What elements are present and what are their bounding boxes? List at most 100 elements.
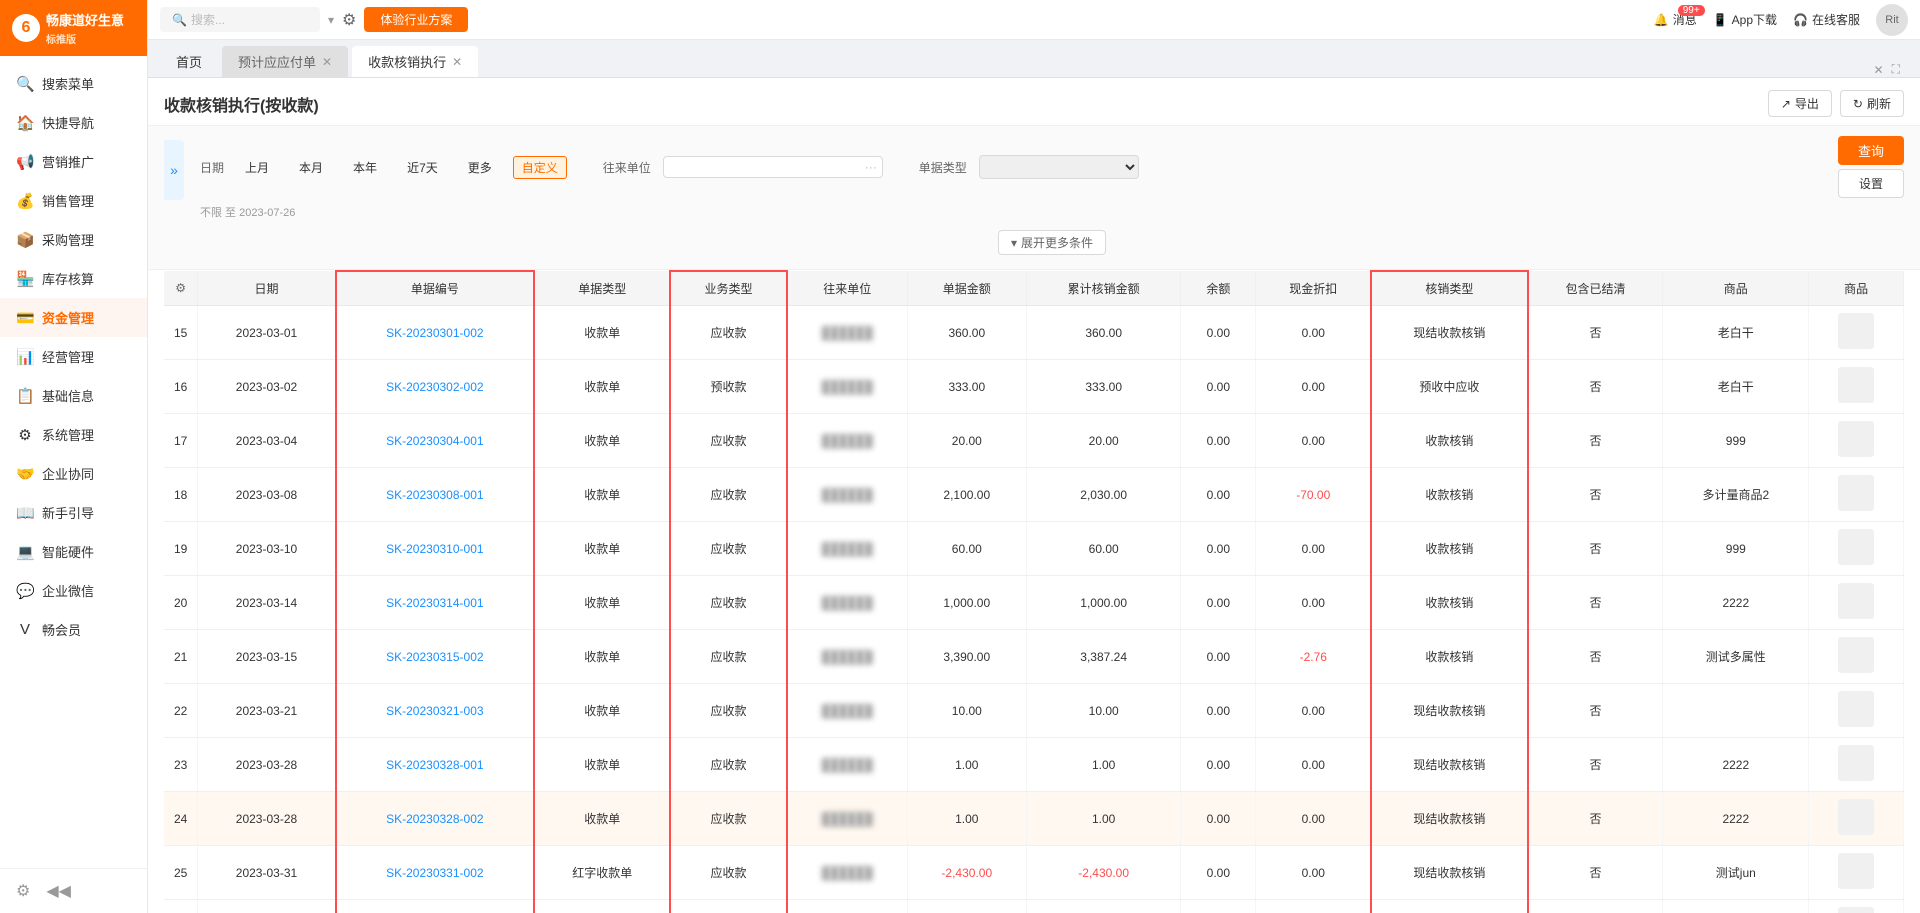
row-no: 25 <box>164 846 198 900</box>
filter-main: 日期 上月 本月 本年 近7天 更多 自定义 往来单位 ··· 单据类型 <box>200 136 1904 259</box>
table-row[interactable]: 24 2023-03-28 SK-20230328-002 收款单 应收款 ██… <box>164 792 1904 846</box>
export-button[interactable]: ↗ 导出 <box>1768 90 1832 117</box>
sidebar-item-finance[interactable]: 💳 资金管理 <box>0 298 147 337</box>
table-row[interactable]: 20 2023-03-14 SK-20230314-001 收款单 应收款 ██… <box>164 576 1904 630</box>
table-row[interactable]: 19 2023-03-10 SK-20230310-001 收款单 应收款 ██… <box>164 522 1904 576</box>
action-buttons: 查询 设置 <box>1838 136 1904 198</box>
row-order-no: SK-20230308-001 <box>336 468 534 522</box>
row-no: 24 <box>164 792 198 846</box>
customer-service-button[interactable]: 🎧 在线客服 <box>1793 11 1860 28</box>
row-biz-type: 应收款 <box>670 522 786 576</box>
row-goods-thumb <box>1809 900 1904 913</box>
row-order-no: SK-20230328-002 <box>336 792 534 846</box>
tab-writeoff[interactable]: 收款核销执行✕ <box>352 46 478 77</box>
row-date: 2023-03-04 <box>198 414 336 468</box>
order-no-link[interactable]: SK-20230328-001 <box>386 758 483 772</box>
notifications-button[interactable]: 🔔 消息 99+ <box>1654 11 1697 28</box>
sidebar-item-purchase[interactable]: 📦 采购管理 <box>0 220 147 259</box>
page-header-actions: ↗ 导出 ↻ 刷新 <box>1768 90 1904 117</box>
solution-button[interactable]: 体验行业方案 <box>364 7 468 32</box>
window-maximize-icon[interactable]: ⛶ <box>1892 62 1900 77</box>
gear-icon[interactable]: ⚙ <box>342 10 356 30</box>
sidebar-item-inventory[interactable]: 🏪 库存核算 <box>0 259 147 298</box>
table-row[interactable]: 22 2023-03-21 SK-20230321-003 收款单 应收款 ██… <box>164 684 1904 738</box>
order-no-link[interactable]: SK-20230310-001 <box>386 542 483 556</box>
query-button[interactable]: 查询 <box>1838 136 1904 165</box>
row-order-type: 收款单 <box>534 360 670 414</box>
sidebar-item-guide[interactable]: 📖 新手引导 <box>0 493 147 532</box>
sidebar-item-label-marketing: 营销推广 <box>42 152 94 171</box>
order-no-link[interactable]: SK-20230314-001 <box>386 596 483 610</box>
order-no-link[interactable]: SK-20230321-003 <box>386 704 483 718</box>
table-row[interactable]: 23 2023-03-28 SK-20230328-001 收款单 应收款 ██… <box>164 738 1904 792</box>
table-row[interactable]: 16 2023-03-02 SK-20230302-002 收款单 预收款 ██… <box>164 360 1904 414</box>
last-month-btn[interactable]: 上月 <box>236 156 278 179</box>
order-no-link[interactable]: SK-20230301-002 <box>386 326 483 340</box>
col-settings-header[interactable]: ⚙ <box>164 271 198 306</box>
sidebar-item-marketing[interactable]: 📢 营销推广 <box>0 142 147 181</box>
system-icon: ⚙ <box>16 426 34 444</box>
row-date: 2023-03-08 <box>198 468 336 522</box>
col-date-header: 日期 <box>198 271 336 306</box>
window-close-icon[interactable]: ✕ <box>1874 63 1884 77</box>
user-avatar[interactable]: Rit <box>1876 4 1908 36</box>
filter-toggle-button[interactable]: » <box>164 140 184 200</box>
tab-receivable[interactable]: 预计应应付单✕ <box>222 46 348 77</box>
sidebar-item-sales[interactable]: 💰 销售管理 <box>0 181 147 220</box>
topbar-search[interactable]: 🔍 搜索... <box>160 7 320 32</box>
refresh-button[interactable]: ↻ 刷新 <box>1840 90 1904 117</box>
tabbar: 首页 预计应应付单✕收款核销执行✕ ✕ ⛶ <box>148 40 1920 78</box>
collapse-icon[interactable]: ◀◀ <box>46 881 71 901</box>
row-order-type: 收款单 <box>534 684 670 738</box>
table-row[interactable]: 18 2023-03-08 SK-20230308-001 收款单 应收款 ██… <box>164 468 1904 522</box>
row-cash-discount: 0.00 <box>1256 414 1372 468</box>
sidebar-item-wechat[interactable]: 💬 企业微信 <box>0 571 147 610</box>
last-7-days-btn[interactable]: 近7天 <box>398 156 447 179</box>
partner-value: ██████ <box>822 434 873 448</box>
table-row[interactable]: 15 2023-03-01 SK-20230301-002 收款单 应收款 ██… <box>164 306 1904 360</box>
row-include-settled: 否 <box>1528 414 1663 468</box>
row-order-no: SK-20230403-002 <box>336 900 534 913</box>
tab-close-receivable[interactable]: ✕ <box>322 55 332 69</box>
this-year-btn[interactable]: 本年 <box>344 156 386 179</box>
order-no-link[interactable]: SK-20230315-002 <box>386 650 483 664</box>
row-cash-discount: 0.00 <box>1256 738 1372 792</box>
row-date: 2023-03-21 <box>198 684 336 738</box>
sidebar-item-system[interactable]: ⚙ 系统管理 <box>0 415 147 454</box>
order-no-link[interactable]: SK-20230328-002 <box>386 812 483 826</box>
table-row[interactable]: 17 2023-03-04 SK-20230304-001 收款单 应收款 ██… <box>164 414 1904 468</box>
order-type-select[interactable] <box>979 155 1139 179</box>
row-order-type: 收款单 <box>534 738 670 792</box>
headset-icon: 🎧 <box>1793 13 1808 27</box>
sidebar-item-search[interactable]: 🔍 搜索菜单 <box>0 64 147 103</box>
settings-icon[interactable]: ⚙ <box>16 881 30 901</box>
order-no-link[interactable]: SK-20230308-001 <box>386 488 483 502</box>
order-no-link[interactable]: SK-20230302-002 <box>386 380 483 394</box>
row-cash-discount: 0.00 <box>1256 360 1372 414</box>
sidebar-item-enterprise[interactable]: 🤝 企业协同 <box>0 454 147 493</box>
app-download-button[interactable]: 📱 App下载 <box>1713 11 1777 28</box>
table-row[interactable]: 21 2023-03-15 SK-20230315-002 收款单 应收款 ██… <box>164 630 1904 684</box>
row-balance: 0.00 <box>1181 360 1256 414</box>
more-date-btn[interactable]: 更多 <box>459 156 501 179</box>
table-row[interactable]: 26 2023-04-03 SK-20230403-002 收款单 预收款 ██… <box>164 900 1904 913</box>
sidebar-item-operations[interactable]: 📊 经营管理 <box>0 337 147 376</box>
sidebar-item-member[interactable]: V 畅会员 <box>0 610 147 649</box>
this-month-btn[interactable]: 本月 <box>290 156 332 179</box>
goods-thumbnail <box>1838 907 1874 913</box>
sidebar-item-basic[interactable]: 📋 基础信息 <box>0 376 147 415</box>
tab-label-home: 首页 <box>176 52 202 71</box>
row-date: 2023-04-03 <box>198 900 336 913</box>
tab-home[interactable]: 首页 <box>160 46 218 77</box>
row-goods-thumb <box>1809 360 1904 414</box>
filter-settings-button[interactable]: 设置 <box>1838 169 1904 198</box>
expand-conditions-btn[interactable]: ▾ 展开更多条件 <box>998 230 1106 255</box>
order-no-link[interactable]: SK-20230331-002 <box>386 866 483 880</box>
order-no-link[interactable]: SK-20230304-001 <box>386 434 483 448</box>
table-row[interactable]: 25 2023-03-31 SK-20230331-002 红字收款单 应收款 … <box>164 846 1904 900</box>
tab-close-writeoff[interactable]: ✕ <box>452 55 462 69</box>
custom-date-btn[interactable]: 自定义 <box>513 156 567 179</box>
sidebar-item-quicknav[interactable]: 🏠 快捷导航 <box>0 103 147 142</box>
sidebar-item-hardware[interactable]: 💻 智能硬件 <box>0 532 147 571</box>
partner-input[interactable] <box>663 156 883 178</box>
